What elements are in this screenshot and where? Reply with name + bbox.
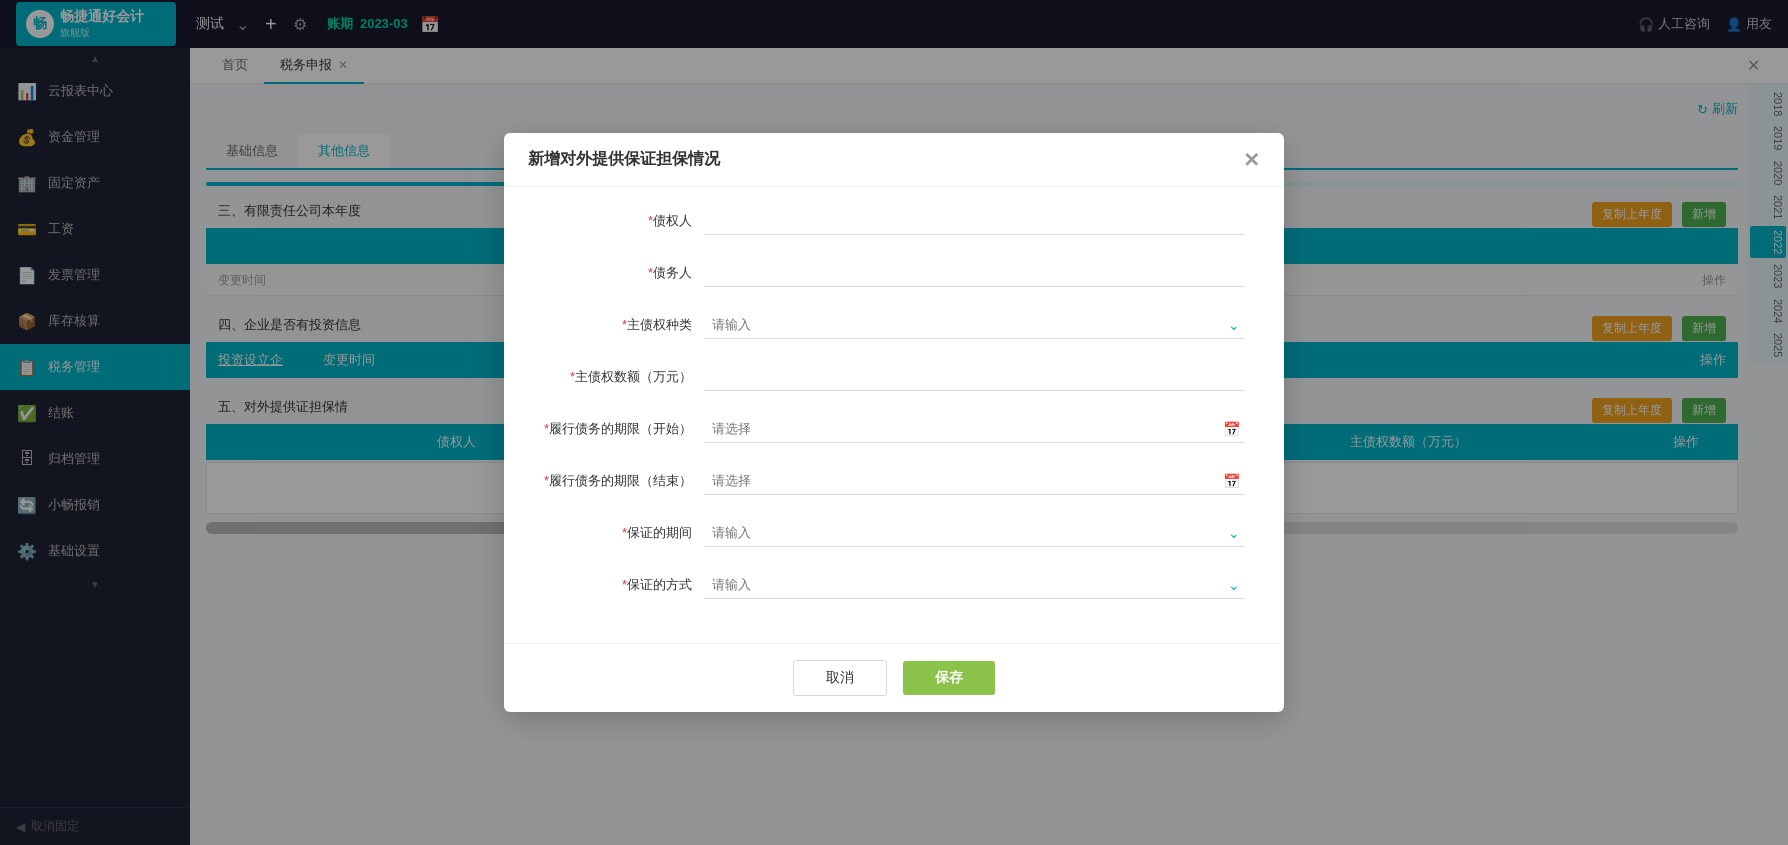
claim-amount-input[interactable] <box>704 363 1244 391</box>
modal-dialog: 新增对外提供保证担保情况 ✕ *债权人 *债务人 *主 <box>504 133 1284 712</box>
guarantee-method-dropdown-icon[interactable]: ⌄ <box>1228 577 1244 593</box>
period-end-date-wrap[interactable]: 📅 <box>704 467 1244 495</box>
guarantee-method-select-wrap[interactable]: ⌄ <box>704 571 1244 599</box>
guarantee-period-dropdown-icon[interactable]: ⌄ <box>1228 525 1244 541</box>
debtor-input[interactable] <box>704 259 1244 287</box>
form-row-guarantee-period: *保证的期间 ⌄ <box>544 519 1244 547</box>
form-row-period-start: *履行债务的期限（开始） 📅 <box>544 415 1244 443</box>
modal-body: *债权人 *债务人 *主债权种类 ⌄ <box>504 187 1284 643</box>
modal-overlay: 新增对外提供保证担保情况 ✕ *债权人 *债务人 *主 <box>0 0 1788 845</box>
guarantee-period-select-wrap[interactable]: ⌄ <box>704 519 1244 547</box>
guarantee-method-input[interactable] <box>704 571 1228 598</box>
modal-close-button[interactable]: ✕ <box>1243 150 1260 170</box>
modal-header: 新增对外提供保证担保情况 ✕ <box>504 133 1284 187</box>
modal-footer: 取消 保存 <box>504 643 1284 712</box>
cancel-button[interactable]: 取消 <box>793 660 887 696</box>
guarantee-period-input[interactable] <box>704 519 1228 546</box>
form-row-creditor: *债权人 <box>544 207 1244 235</box>
creditor-label: *债权人 <box>544 212 704 230</box>
period-end-calendar-icon[interactable]: 📅 <box>1223 473 1244 489</box>
claim-amount-label: *主债权数额（万元） <box>544 368 704 386</box>
guarantee-method-label: *保证的方式 <box>544 576 704 594</box>
creditor-input[interactable] <box>704 207 1244 235</box>
save-button[interactable]: 保存 <box>903 661 995 695</box>
modal-title: 新增对外提供保证担保情况 <box>528 149 720 170</box>
form-row-claim-type: *主债权种类 ⌄ <box>544 311 1244 339</box>
debtor-label: *债务人 <box>544 264 704 282</box>
form-row-guarantee-method: *保证的方式 ⌄ <box>544 571 1244 599</box>
claim-type-label: *主债权种类 <box>544 316 704 334</box>
form-row-period-end: *履行债务的期限（结束） 📅 <box>544 467 1244 495</box>
period-end-input[interactable] <box>704 467 1223 494</box>
period-start-date-wrap[interactable]: 📅 <box>704 415 1244 443</box>
claim-type-input[interactable] <box>704 311 1228 338</box>
period-start-label: *履行债务的期限（开始） <box>544 420 704 438</box>
claim-type-select-wrap[interactable]: ⌄ <box>704 311 1244 339</box>
period-start-calendar-icon[interactable]: 📅 <box>1223 421 1244 437</box>
form-row-claim-amount: *主债权数额（万元） <box>544 363 1244 391</box>
claim-type-dropdown-icon[interactable]: ⌄ <box>1228 317 1244 333</box>
period-start-input[interactable] <box>704 415 1223 442</box>
form-row-debtor: *债务人 <box>544 259 1244 287</box>
guarantee-period-label: *保证的期间 <box>544 524 704 542</box>
period-end-label: *履行债务的期限（结束） <box>544 472 704 490</box>
